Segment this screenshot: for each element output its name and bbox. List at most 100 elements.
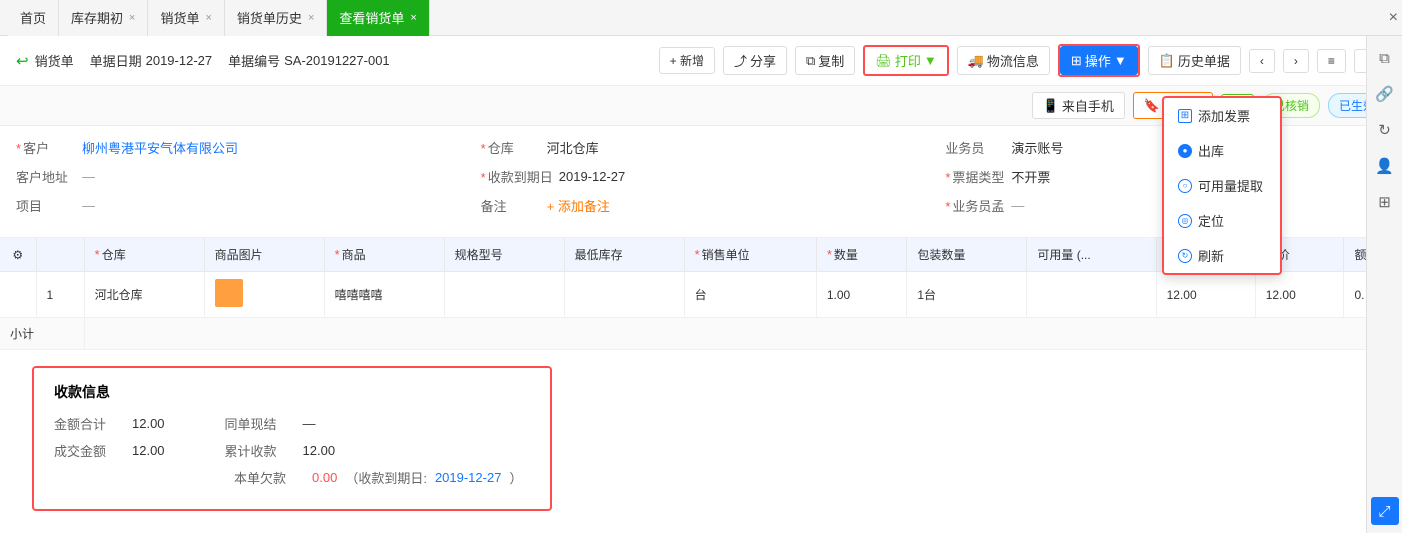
close-tab-sales-history[interactable]: × bbox=[308, 12, 314, 24]
share-icon: ⤴ bbox=[734, 51, 747, 70]
same-order-item: 同单现结 — bbox=[225, 414, 316, 433]
payment-title: 收款信息 bbox=[54, 382, 530, 402]
biz-salesperson-label: 业务员孟 bbox=[945, 196, 1005, 215]
print-highlight-wrapper: 🖨 打印 ▼ bbox=[863, 45, 948, 76]
cumulative-item: 累计收款 12.00 bbox=[225, 441, 336, 460]
locate-icon: ◎ bbox=[1178, 214, 1192, 228]
project-field: 项目 — bbox=[16, 196, 457, 215]
new-button[interactable]: + 新增 bbox=[659, 47, 715, 74]
transaction-label: 成交金额 bbox=[54, 441, 124, 460]
tab-view-sales[interactable]: 查看销货单 × bbox=[327, 0, 429, 36]
cell-unit-price: 12.00 bbox=[1255, 272, 1344, 318]
dropdown-locate[interactable]: ◎ 定位 bbox=[1164, 203, 1280, 238]
customer-field: 客户 柳州粤港平安气体有限公司 bbox=[16, 138, 457, 157]
add-invoice-icon: ⊞ bbox=[1178, 109, 1192, 123]
customer-label: 客户 bbox=[16, 138, 76, 157]
th-min-stock: 最低库存 bbox=[564, 238, 684, 272]
add-note-button[interactable]: + 添加备注 bbox=[547, 196, 610, 215]
refresh-dropdown-icon: ↻ bbox=[1178, 249, 1192, 263]
dropdown-available-qty[interactable]: ○ 可用量提取 bbox=[1164, 168, 1280, 203]
person-sidebar-btn[interactable]: 👤 bbox=[1371, 152, 1399, 180]
expand-sidebar-btn[interactable]: ⤢ bbox=[1371, 497, 1399, 525]
balance-item: 本单欠款 0.00 （收款到期日: 2019-12-27 ） bbox=[234, 468, 522, 487]
balance-value: 0.00 bbox=[312, 470, 337, 485]
link-sidebar-btn[interactable]: 🔗 bbox=[1371, 80, 1399, 108]
cell-min-stock bbox=[564, 272, 684, 318]
ops-dropdown-icon: ▼ bbox=[1114, 53, 1127, 68]
th-num bbox=[36, 238, 84, 272]
product-image-thumbnail bbox=[215, 279, 243, 307]
window-close-button[interactable]: × bbox=[1389, 9, 1398, 27]
operations-button[interactable]: ⊞ 操作 ▼ bbox=[1060, 46, 1138, 75]
project-label: 项目 bbox=[16, 196, 76, 215]
th-sales-unit: *销售单位 bbox=[684, 238, 816, 272]
operations-highlight-wrapper: ⊞ 操作 ▼ bbox=[1058, 44, 1140, 77]
balance-note: （收款到期日: bbox=[345, 468, 427, 487]
payment-row-2: 成交金额 12.00 累计收款 12.00 bbox=[54, 441, 530, 460]
address-label: 客户地址 bbox=[16, 167, 76, 186]
layout1-button[interactable]: ≡ bbox=[1317, 49, 1346, 73]
copy-button[interactable]: ⧉ 复制 bbox=[795, 46, 855, 75]
cell-sales-unit: 台 bbox=[684, 272, 816, 318]
number-label-field: 单据编号 SA-20191227-001 bbox=[228, 51, 390, 70]
cell-stock: 12.00 bbox=[1156, 272, 1255, 318]
same-order-value: — bbox=[303, 416, 316, 431]
note-label: 备注 bbox=[481, 196, 541, 215]
cell-available bbox=[1027, 272, 1156, 318]
tab-sales-history[interactable]: 销货单历史 × bbox=[225, 0, 327, 36]
customer-value[interactable]: 柳州粤港平安气体有限公司 bbox=[82, 138, 238, 157]
prev-doc-button[interactable]: ‹ bbox=[1249, 49, 1275, 73]
th-product-img: 商品图片 bbox=[204, 238, 324, 272]
dropdown-refresh[interactable]: ↻ 刷新 bbox=[1164, 238, 1280, 273]
same-order-label: 同单现结 bbox=[225, 414, 295, 433]
doc-type-icon: ↩ bbox=[16, 52, 29, 70]
dropdown-add-invoice[interactable]: ⊞ 添加发票 bbox=[1164, 98, 1280, 133]
payment-date-label: 收款到期日 bbox=[481, 167, 553, 186]
subtotal-label: 小计 bbox=[0, 318, 84, 350]
grid-icon: ⊞ bbox=[1071, 53, 1082, 69]
th-spec: 规格型号 bbox=[444, 238, 564, 272]
cumulative-value: 12.00 bbox=[303, 443, 336, 458]
table-sidebar-btn[interactable]: ⊞ bbox=[1371, 188, 1399, 216]
doc-header: ↩ 销货单 单据日期 2019-12-27 单据编号 SA-20191227-0… bbox=[0, 36, 1402, 86]
cell-pack-qty: 1台 bbox=[907, 272, 1027, 318]
th-quantity: *数量 bbox=[816, 238, 907, 272]
dropdown-warehouse-out[interactable]: ● 出库 bbox=[1164, 133, 1280, 168]
copy-sidebar-btn[interactable]: ⧉ bbox=[1371, 44, 1399, 72]
table-row: 1 河北仓库 嘻嘻嘻嘻 台 1.00 1台 12.00 12.00 0. bbox=[0, 272, 1402, 318]
cell-product-img bbox=[204, 272, 324, 318]
share-button[interactable]: ⤴ 分享 bbox=[723, 46, 787, 75]
close-tab-view-sales[interactable]: × bbox=[410, 12, 416, 24]
invoice-type-label: 票据类型 bbox=[945, 167, 1005, 186]
salesperson-label: 业务员 bbox=[945, 138, 1005, 157]
payment-wrapper: 收款信息 金额合计 12.00 同单现结 — 成交金额 12.00 累计收款 bbox=[0, 350, 1402, 527]
logistics-button[interactable]: 🚚 物流信息 bbox=[957, 46, 1050, 75]
close-tab-inventory[interactable]: × bbox=[129, 12, 135, 24]
warehouse-label: 仓库 bbox=[481, 138, 541, 157]
next-doc-button[interactable]: › bbox=[1283, 49, 1309, 73]
payment-row-3: 本单欠款 0.00 （收款到期日: 2019-12-27 ） bbox=[54, 468, 530, 487]
date-label-field: 单据日期 2019-12-27 bbox=[90, 51, 213, 70]
close-tab-sales[interactable]: × bbox=[205, 12, 211, 24]
tab-home[interactable]: 首页 bbox=[8, 0, 59, 36]
total-amount-item: 金额合计 12.00 bbox=[54, 414, 165, 433]
doc-title: ↩ 销货单 bbox=[16, 51, 74, 70]
address-value: — bbox=[82, 169, 95, 184]
from-phone-button[interactable]: 📱 来自手机 bbox=[1032, 92, 1125, 119]
copy-icon: ⧉ bbox=[806, 53, 815, 69]
payment-section: 收款信息 金额合计 12.00 同单现结 — 成交金额 12.00 累计收款 bbox=[32, 366, 552, 511]
warehouse-value: 河北仓库 bbox=[547, 138, 599, 157]
cell-spec bbox=[444, 272, 564, 318]
payment-date-field: 收款到期日 2019-12-27 bbox=[481, 167, 922, 186]
cell-num: 1 bbox=[36, 272, 84, 318]
ticket-icon: 🔖 bbox=[1144, 98, 1160, 114]
tab-sales-order[interactable]: 销货单 × bbox=[148, 0, 224, 36]
payment-row-1: 金额合计 12.00 同单现结 — bbox=[54, 414, 530, 433]
print-button[interactable]: 🖨 打印 ▼ bbox=[865, 47, 946, 74]
print-dropdown-icon: ▼ bbox=[924, 53, 937, 68]
history-icon: 📋 bbox=[1159, 53, 1175, 69]
refresh-sidebar-btn[interactable]: ↻ bbox=[1371, 116, 1399, 144]
tab-inventory-init[interactable]: 库存期初 × bbox=[59, 0, 148, 36]
history-records-button[interactable]: 📋 历史单据 bbox=[1148, 46, 1241, 75]
doc-meta: 单据日期 2019-12-27 单据编号 SA-20191227-001 bbox=[90, 51, 390, 70]
